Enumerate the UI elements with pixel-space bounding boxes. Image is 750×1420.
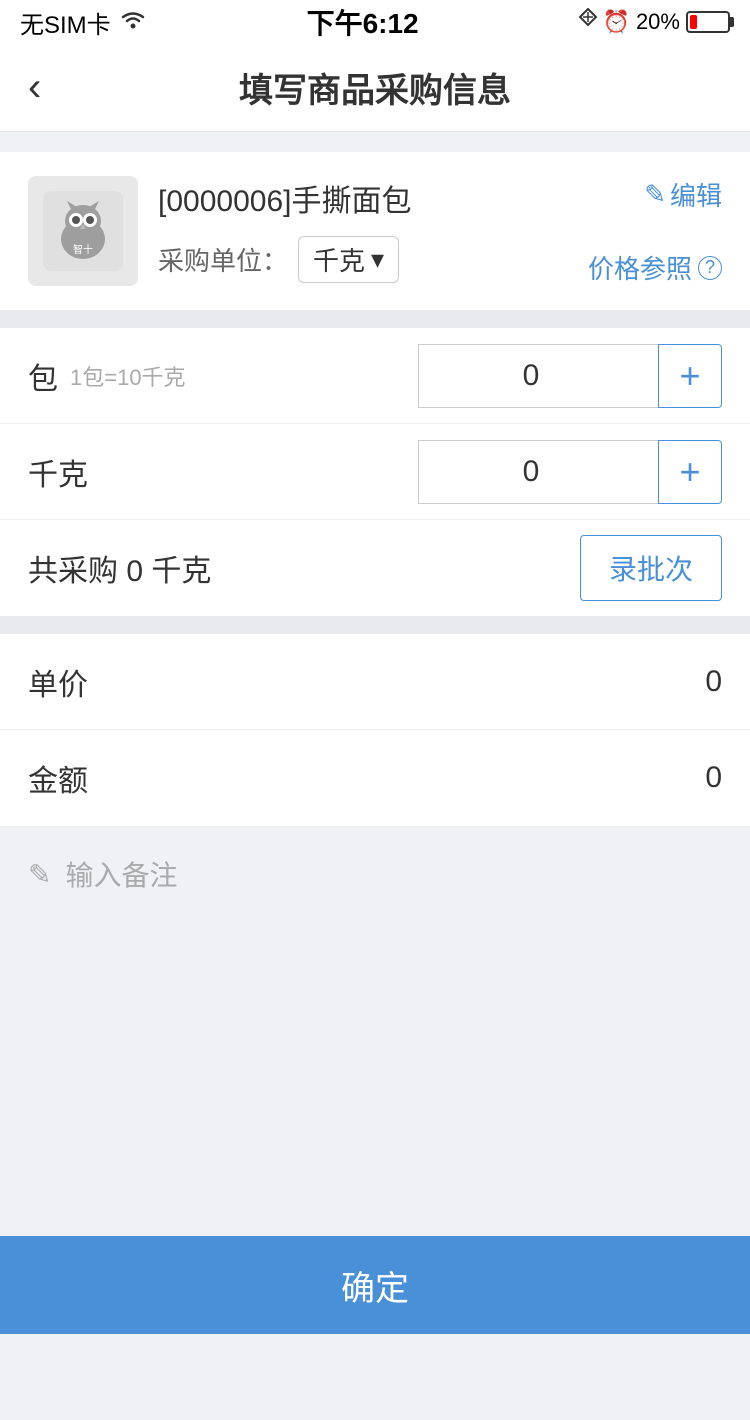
unit-price-value: 0 <box>705 665 722 699</box>
unit-label: 采购单位： <box>158 241 288 278</box>
product-name: [0000006]手撕面包 <box>158 176 722 220</box>
qty-label-1: 千克 <box>28 450 108 494</box>
product-image: 智十 <box>28 176 138 286</box>
divider-1 <box>0 310 750 328</box>
price-ref-button[interactable]: 价格参照 ? <box>588 249 722 286</box>
price-section: 单价 0 金额 0 <box>0 634 750 826</box>
battery-pct: 20% <box>636 9 680 35</box>
alarm-icon: ⏰ <box>603 9 630 35</box>
amount-value: 0 <box>705 761 722 795</box>
pencil-icon: ✎ <box>28 858 51 891</box>
carrier-label: 无SIM卡 <box>20 5 111 40</box>
footer-spacer <box>0 1322 750 1420</box>
qty-plus-0[interactable]: + <box>658 344 722 408</box>
battery-icon <box>686 11 730 33</box>
confirm-label: 确定 <box>341 1261 409 1310</box>
remark-placeholder: 输入备注 <box>65 854 177 894</box>
quantity-row-0: 包 1包=10千克 + <box>0 328 750 424</box>
unit-price-label: 单价 <box>28 660 88 704</box>
amount-row: 金额 0 <box>0 730 750 826</box>
location-icon <box>579 8 597 36</box>
amount-label: 金额 <box>28 756 88 800</box>
remark-section[interactable]: ✎ 输入备注 <box>0 826 750 922</box>
status-time: 下午6:12 <box>307 2 419 42</box>
qty-input-1[interactable] <box>418 440 658 504</box>
summary-text: 共采购 0 千克 <box>28 546 211 590</box>
quantity-row-1: 千克 + <box>0 424 750 520</box>
status-left: 无SIM卡 <box>20 5 147 40</box>
product-card: 智十 [0000006]手撕面包 采购单位： 千克 ▾ ✎ 编辑 价格参照 ? <box>0 152 750 310</box>
edit-button[interactable]: ✎ 编辑 <box>644 176 722 213</box>
page-title: 填写商品采购信息 <box>239 63 511 112</box>
qty-control-0: + <box>418 344 722 408</box>
summary-amount: 0 <box>126 555 143 588</box>
qty-control-1: + <box>418 440 722 504</box>
back-button[interactable]: ‹ <box>28 65 41 110</box>
status-bar: 无SIM卡 下午6:12 ⏰ 20% <box>0 0 750 44</box>
quantity-section: 包 1包=10千克 + 千克 + <box>0 328 750 520</box>
status-right: ⏰ 20% <box>579 8 730 36</box>
divider-2 <box>0 616 750 634</box>
product-logo: 智十 <box>43 191 123 271</box>
svg-text:智十: 智十 <box>73 243 93 256</box>
qty-plus-1[interactable]: + <box>658 440 722 504</box>
nav-bar: ‹ 填写商品采购信息 <box>0 44 750 132</box>
qty-hint-0: 1包=10千克 <box>70 360 186 392</box>
edit-icon: ✎ <box>644 179 666 210</box>
qty-input-0[interactable] <box>418 344 658 408</box>
confirm-button[interactable]: 确定 <box>0 1236 750 1334</box>
wifi-icon <box>119 8 147 36</box>
unit-price-row: 单价 0 <box>0 634 750 730</box>
unit-selector[interactable]: 千克 ▾ <box>298 236 399 283</box>
batch-button[interactable]: 录批次 <box>580 535 722 601</box>
help-icon: ? <box>698 256 722 280</box>
chevron-down-icon: ▾ <box>371 244 384 275</box>
summary-row: 共采购 0 千克 录批次 <box>0 520 750 616</box>
qty-label-0: 包 1包=10千克 <box>28 354 186 398</box>
